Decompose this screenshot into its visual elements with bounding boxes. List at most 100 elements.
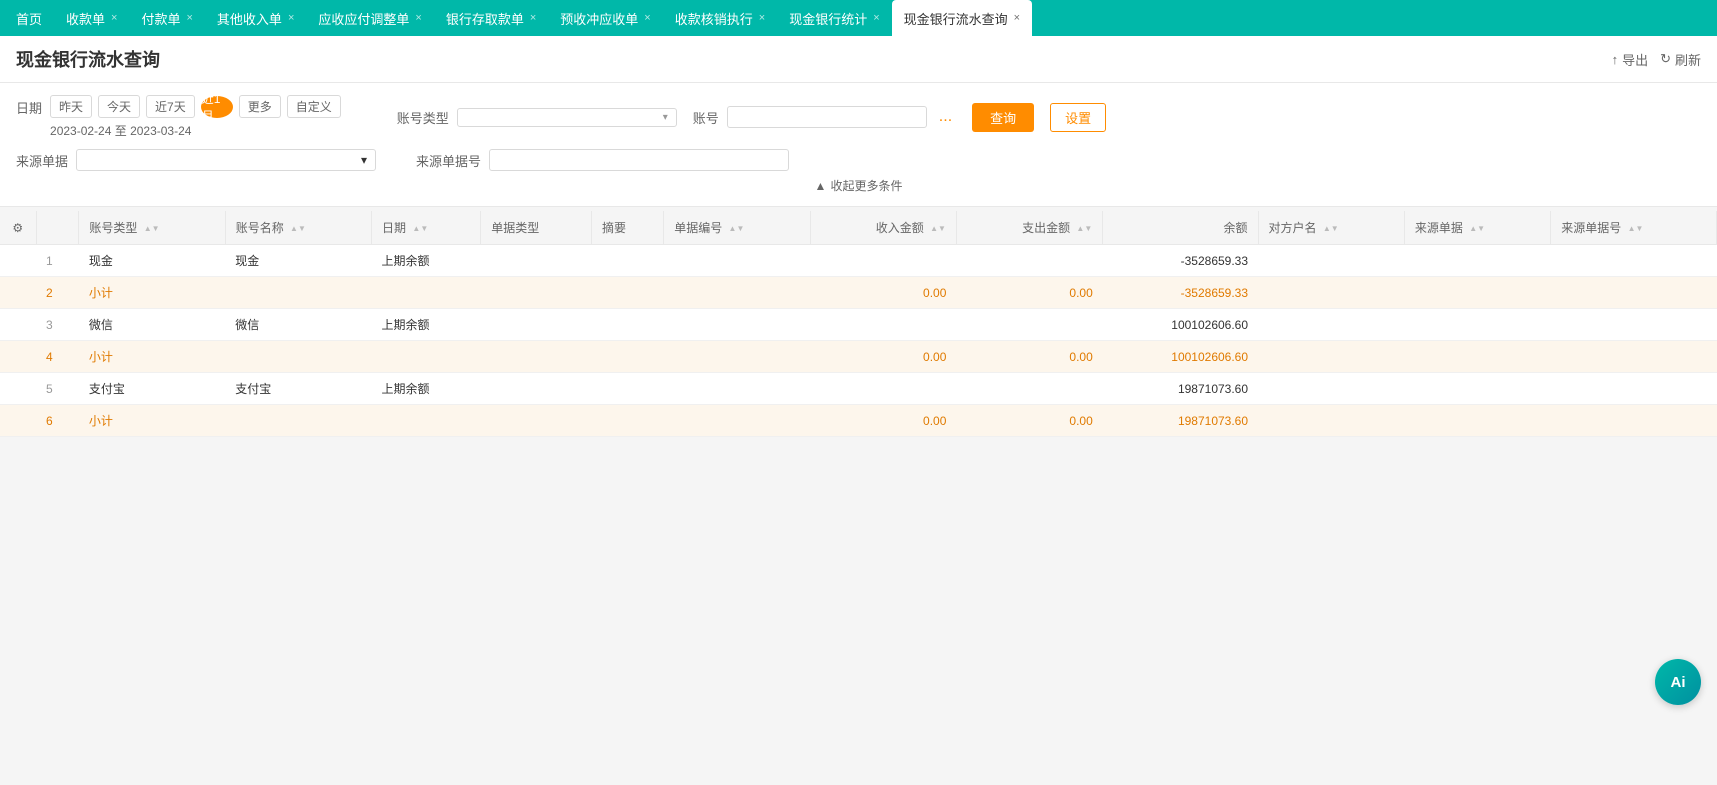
close-icon-3[interactable]: ×	[415, 12, 421, 24]
close-icon-0[interactable]: ×	[111, 12, 117, 24]
date-7days[interactable]: 近7天	[146, 95, 195, 118]
cell-account-type: 微信	[79, 309, 225, 341]
cell-date	[372, 341, 481, 373]
column-account-type[interactable]: 账号类型 ▲▼	[79, 211, 225, 245]
cell-source-doc	[1404, 341, 1550, 373]
close-icon-7[interactable]: ×	[873, 12, 879, 24]
table-row: 2 小计 0.00 0.00 -3528659.33	[0, 277, 1717, 309]
collapse-button[interactable]: ▲ 收起更多条件	[815, 177, 903, 194]
account-type-group: 账号类型 ▾	[397, 108, 677, 127]
cell-counterparty	[1258, 405, 1404, 437]
nav-tab-7[interactable]: 现金银行统计 ×	[777, 0, 891, 36]
cell-doc-no	[664, 277, 810, 309]
column-source-doc[interactable]: 来源单据 ▲▼	[1404, 211, 1550, 245]
source-doc-no-field: 来源单据号	[416, 149, 789, 171]
cell-doc-type	[481, 373, 592, 405]
cell-doc-type	[481, 245, 592, 277]
cell-doc-no	[664, 405, 810, 437]
table-row: 3 微信 微信 上期余额 100102606.60	[0, 309, 1717, 341]
close-icon-4[interactable]: ×	[530, 12, 536, 24]
nav-tab-2[interactable]: 其他收入单 ×	[205, 0, 306, 36]
cell-account-type: 小计	[79, 277, 225, 309]
source-doc-no-input[interactable]	[489, 149, 789, 171]
cell-account-type: 支付宝	[79, 373, 225, 405]
cell-counterparty	[1258, 373, 1404, 405]
column-doc-type: 单据类型	[481, 211, 592, 245]
sort-icon-counterparty: ▲▼	[1323, 224, 1339, 233]
query-button[interactable]: 查询	[972, 103, 1034, 132]
nav-tab-1[interactable]: 付款单 ×	[129, 0, 204, 36]
cell-account-type: 小计	[79, 405, 225, 437]
nav-tab-5[interactable]: 预收冲应收单 ×	[548, 0, 662, 36]
table-body: 1 现金 现金 上期余额 -3528659.33 2 小计 0.00 0.00 …	[0, 245, 1717, 437]
filter-row-2: 来源单据 ▾ 来源单据号	[16, 149, 1701, 171]
cell-account-type: 现金	[79, 245, 225, 277]
cell-date	[372, 277, 481, 309]
account-type-select[interactable]: ▾	[457, 108, 677, 127]
nav-tab-6[interactable]: 收款核销执行 ×	[663, 0, 777, 36]
account-input[interactable]	[727, 106, 927, 128]
column-account-name[interactable]: 账号名称 ▲▼	[225, 211, 371, 245]
date-more[interactable]: 更多	[239, 95, 281, 118]
nav-home[interactable]: 首页	[4, 9, 54, 28]
column-source-doc-no[interactable]: 来源单据号 ▲▼	[1551, 211, 1717, 245]
close-icon-6[interactable]: ×	[759, 12, 765, 24]
nav-tab-0[interactable]: 收款单 ×	[54, 0, 129, 36]
page-header: 现金银行流水查询 ↑ 导出 ↻ 刷新	[0, 36, 1717, 83]
gear-icon[interactable]: ⚙	[12, 221, 23, 235]
cell-gear	[0, 309, 36, 341]
filter-area: 日期 昨天 今天 近7天 近1月 更多 自定义 2023-02-24 至 202…	[0, 83, 1717, 207]
column-date[interactable]: 日期 ▲▼	[372, 211, 481, 245]
cell-account-type: 小计	[79, 341, 225, 373]
nav-tab-8[interactable]: 现金银行流水查询 ×	[892, 0, 1032, 36]
table-container: ⚙ 账号类型 ▲▼ 账号名称 ▲▼ 日期 ▲▼ 单据类型	[0, 211, 1717, 437]
cell-doc-type	[481, 309, 592, 341]
export-button[interactable]: ↑ 导出	[1612, 50, 1649, 69]
table-header-row: ⚙ 账号类型 ▲▼ 账号名称 ▲▼ 日期 ▲▼ 单据类型	[0, 211, 1717, 245]
column-doc-no[interactable]: 单据编号 ▲▼	[664, 211, 810, 245]
close-icon-2[interactable]: ×	[288, 12, 294, 24]
settings-button[interactable]: 设置	[1050, 103, 1106, 132]
cell-source-doc	[1404, 277, 1550, 309]
ellipsis-button[interactable]: ...	[935, 108, 956, 126]
date-yesterday[interactable]: 昨天	[50, 95, 92, 118]
cell-income	[810, 245, 956, 277]
date-today[interactable]: 今天	[98, 95, 140, 118]
table-row: 4 小计 0.00 0.00 100102606.60	[0, 341, 1717, 373]
cell-counterparty	[1258, 277, 1404, 309]
cell-expense: 0.00	[956, 341, 1102, 373]
column-counterparty[interactable]: 对方户名 ▲▼	[1258, 211, 1404, 245]
cell-summary	[591, 245, 663, 277]
close-icon-1[interactable]: ×	[186, 12, 192, 24]
date-label: 日期	[16, 98, 42, 117]
refresh-button[interactable]: ↻ 刷新	[1660, 50, 1701, 69]
cell-num: 1	[36, 245, 79, 277]
date-1month[interactable]: 近1月	[201, 96, 233, 118]
sort-icon-doc-no: ▲▼	[729, 224, 745, 233]
cell-source-doc	[1404, 373, 1550, 405]
cell-num: 3	[36, 309, 79, 341]
cell-counterparty	[1258, 245, 1404, 277]
source-doc-field: 来源单据 ▾	[16, 149, 376, 171]
cell-balance: 100102606.60	[1103, 341, 1258, 373]
cell-counterparty	[1258, 341, 1404, 373]
cell-income: 0.00	[810, 341, 956, 373]
cell-summary	[591, 277, 663, 309]
ai-assistant-button[interactable]: Ai	[1655, 659, 1701, 705]
cell-source-doc	[1404, 405, 1550, 437]
column-expense[interactable]: 支出金额 ▲▼	[956, 211, 1102, 245]
chevron-down-icon-2: ▾	[361, 153, 367, 167]
cell-summary	[591, 309, 663, 341]
date-options: 昨天 今天 近7天 近1月 更多 自定义	[50, 95, 341, 118]
nav-tab-3[interactable]: 应收应付调整单 ×	[306, 0, 433, 36]
nav-tab-4[interactable]: 银行存取款单 ×	[434, 0, 548, 36]
source-doc-no-label: 来源单据号	[416, 151, 481, 170]
source-doc-select[interactable]: ▾	[76, 149, 376, 171]
close-icon-5[interactable]: ×	[644, 12, 650, 24]
date-options-col: 昨天 今天 近7天 近1月 更多 自定义 2023-02-24 至 2023-0…	[50, 95, 341, 139]
cell-income: 0.00	[810, 405, 956, 437]
column-income[interactable]: 收入金额 ▲▼	[810, 211, 956, 245]
cell-balance: 19871073.60	[1103, 373, 1258, 405]
close-icon-8[interactable]: ×	[1014, 12, 1020, 24]
date-custom[interactable]: 自定义	[287, 95, 341, 118]
